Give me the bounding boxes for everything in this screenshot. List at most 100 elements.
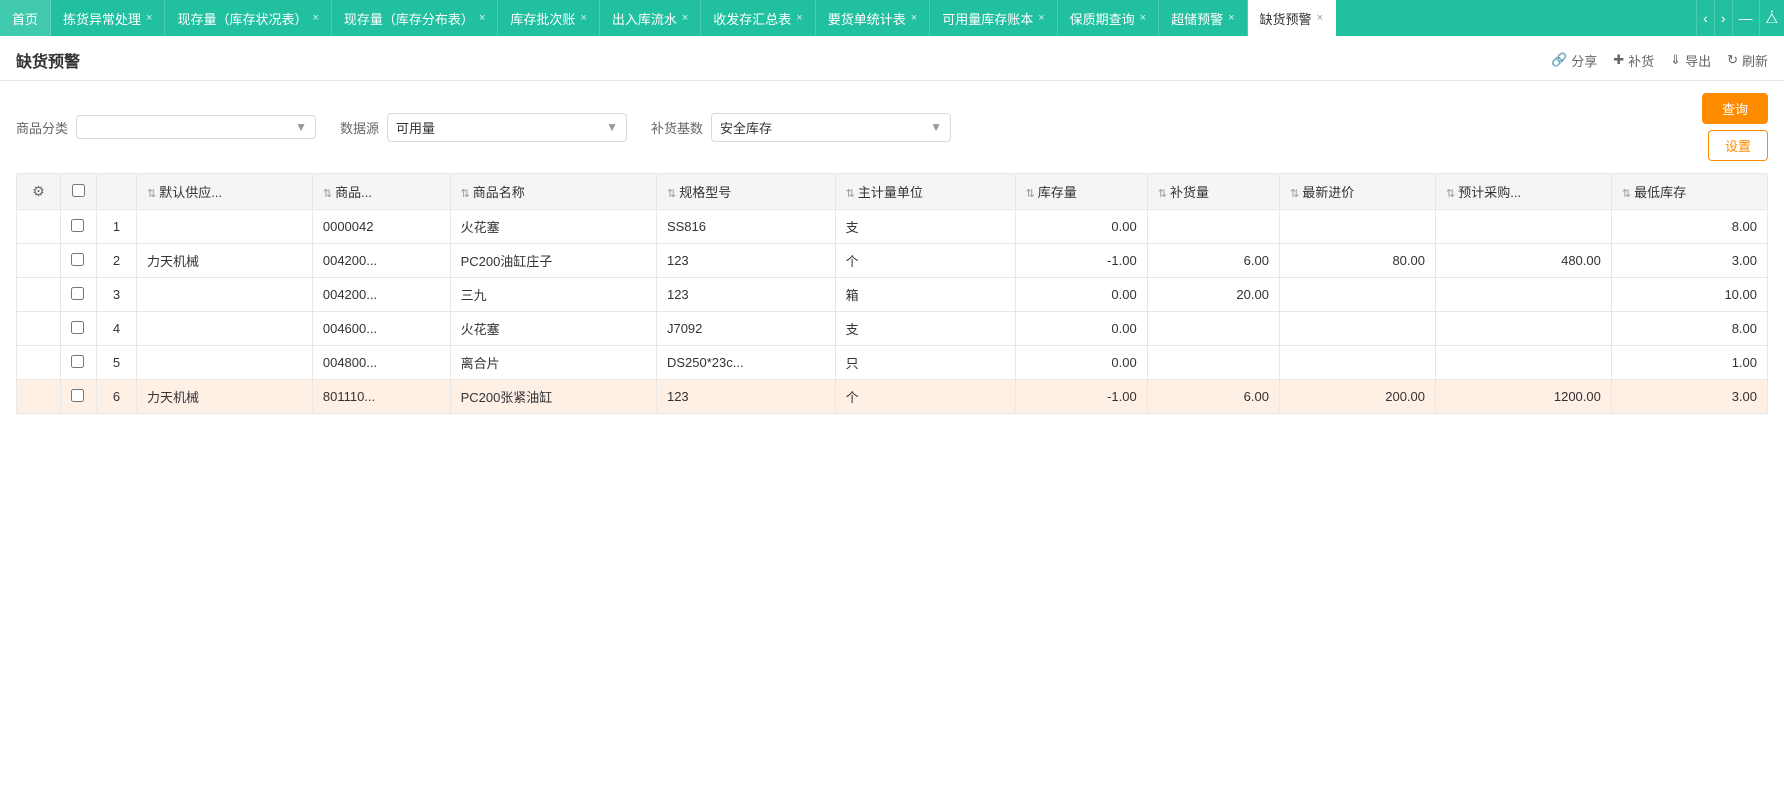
data-table: ⚙ ⇅默认供应... ⇅商品... ⇅商品名称 ⇅规格型号 ⇅主计量单位 ⇅库存… xyxy=(16,173,1768,414)
tab-close-4[interactable]: × xyxy=(580,12,586,24)
tab-close-10[interactable]: × xyxy=(1228,12,1234,24)
tab-close-1[interactable]: × xyxy=(146,12,152,24)
table-header: ⚙ ⇅默认供应... ⇅商品... ⇅商品名称 ⇅规格型号 ⇅主计量单位 ⇅库存… xyxy=(17,174,1768,210)
cell-replenish xyxy=(1147,312,1279,346)
table-row: 6力天机械801110...PC200张紧油缸123个-1.006.00200.… xyxy=(17,380,1768,414)
cell-min-stock: 3.00 xyxy=(1611,244,1767,278)
refresh-button[interactable]: ↻ 刷新 xyxy=(1727,51,1768,70)
row-checkbox-2[interactable] xyxy=(71,287,84,300)
tab-item-1[interactable]: 拣货异常处理 × xyxy=(51,0,165,36)
cell-settings xyxy=(17,244,61,278)
col-header-estimated-purchase: ⇅预计采购... xyxy=(1436,174,1612,210)
cell-stock: -1.00 xyxy=(1015,380,1147,414)
table-row: 2力天机械004200...PC200油缸庄子123个-1.006.0080.0… xyxy=(17,244,1768,278)
cell-settings xyxy=(17,210,61,244)
tab-label-9: 保质期查询 xyxy=(1070,9,1135,28)
data-source-label: 数据源 xyxy=(340,118,379,137)
tab-label-4: 库存批次账 xyxy=(510,9,575,28)
tab-close-9[interactable]: × xyxy=(1140,12,1146,24)
query-button[interactable]: 查询 xyxy=(1702,93,1768,124)
row-checkbox-3[interactable] xyxy=(71,321,84,334)
cell-check xyxy=(61,380,97,414)
cell-index: 1 xyxy=(97,210,137,244)
cell-replenish: 20.00 xyxy=(1147,278,1279,312)
tab-bar: 首页拣货异常处理×现存量（库存状况表）×现存量（库存分布表）×库存批次账×出入库… xyxy=(0,0,1784,36)
tab-item-6[interactable]: 收发存汇总表× xyxy=(701,0,815,36)
product-category-label: 商品分类 xyxy=(16,118,68,137)
replenish-base-select[interactable]: 安全库存 ▼ xyxy=(711,113,951,142)
tab-item-0[interactable]: 首页 xyxy=(0,0,51,36)
cell-min-stock: 3.00 xyxy=(1611,380,1767,414)
row-checkbox-4[interactable] xyxy=(71,355,84,368)
tab-label-1: 拣货异常处理 xyxy=(63,9,141,28)
row-checkbox-1[interactable] xyxy=(71,253,84,266)
cell-unit: 支 xyxy=(835,210,1015,244)
product-category-select[interactable]: ▼ xyxy=(76,115,316,139)
cell-name: PC200油缸庄子 xyxy=(450,244,656,278)
export-icon: ⇓ xyxy=(1670,52,1681,68)
cell-supplier: 力天机械 xyxy=(137,244,313,278)
cell-code: 0000042 xyxy=(312,210,450,244)
sort-icon-replenish: ⇅ xyxy=(1158,188,1167,200)
tab-next-button[interactable]: › xyxy=(1714,0,1732,36)
cell-unit: 箱 xyxy=(835,278,1015,312)
cell-min-stock: 8.00 xyxy=(1611,312,1767,346)
tab-item-5[interactable]: 出入库流水× xyxy=(600,0,701,36)
cell-unit: 个 xyxy=(835,244,1015,278)
data-source-select[interactable]: 可用量 ▼ xyxy=(387,113,627,142)
tab-close-7[interactable]: × xyxy=(911,12,917,24)
row-checkbox-5[interactable] xyxy=(71,389,84,402)
tab-item-2[interactable]: 现存量（库存状况表） × xyxy=(165,0,331,36)
tab-close-11[interactable]: × xyxy=(1317,12,1323,24)
sort-icon-stock: ⇅ xyxy=(1026,188,1035,200)
sort-icon-unit: ⇅ xyxy=(846,188,855,200)
col-header-product-code: ⇅商品... xyxy=(312,174,450,210)
cell-replenish xyxy=(1147,346,1279,380)
table-settings-icon[interactable]: ⚙ xyxy=(32,183,45,199)
settings-button[interactable]: 设置 xyxy=(1708,130,1768,161)
filter-actions: 查询 设置 xyxy=(1702,93,1768,161)
tab-close-3[interactable]: × xyxy=(479,12,485,24)
tab-close-2[interactable]: × xyxy=(312,12,318,24)
cell-supplier xyxy=(137,278,313,312)
cell-estimated: 1200.00 xyxy=(1436,380,1612,414)
tab-item-8[interactable]: 可用量库存账本× xyxy=(930,0,1057,36)
cell-min-stock: 10.00 xyxy=(1611,278,1767,312)
share-button[interactable]: 🔗 分享 xyxy=(1551,51,1597,70)
tab-close-5[interactable]: × xyxy=(682,12,688,24)
cell-estimated: 480.00 xyxy=(1436,244,1612,278)
cell-supplier xyxy=(137,346,313,380)
tab-close-6[interactable]: × xyxy=(796,12,802,24)
tab-item-9[interactable]: 保质期查询 × xyxy=(1058,0,1159,36)
replenish-base-value: 安全库存 xyxy=(720,118,772,137)
tab-item-11[interactable]: 缺货预警× xyxy=(1248,0,1336,36)
table-row: 5004800...离合片DS250*23c...只0.001.00 xyxy=(17,346,1768,380)
export-button[interactable]: ⇓ 导出 xyxy=(1670,51,1711,70)
data-source-arrow-icon: ▼ xyxy=(606,120,618,134)
tab-item-7[interactable]: 要货单统计表× xyxy=(816,0,930,36)
cell-min-stock: 1.00 xyxy=(1611,346,1767,380)
cell-stock: -1.00 xyxy=(1015,244,1147,278)
cell-latest-price xyxy=(1279,278,1435,312)
cell-index: 3 xyxy=(97,278,137,312)
tab-minimize-button[interactable]: — xyxy=(1732,0,1759,36)
sort-icon-estimated: ⇅ xyxy=(1446,188,1455,200)
replenish-button[interactable]: ✚ 补货 xyxy=(1613,51,1654,70)
tab-label-10: 超储预警 xyxy=(1171,9,1223,28)
tab-label-2: 现存量（库存状况表） xyxy=(177,9,307,28)
cell-settings xyxy=(17,380,61,414)
tab-item-10[interactable]: 超储预警 × xyxy=(1159,0,1247,36)
cell-settings xyxy=(17,346,61,380)
cell-index: 6 xyxy=(97,380,137,414)
tab-item-4[interactable]: 库存批次账 × xyxy=(498,0,599,36)
row-checkbox-0[interactable] xyxy=(71,219,84,232)
tab-expand-button[interactable]: ⧊ xyxy=(1759,0,1784,36)
tab-close-8[interactable]: × xyxy=(1038,12,1044,24)
sort-icon-spec: ⇅ xyxy=(667,188,676,200)
col-header-min-stock: ⇅最低库存 xyxy=(1611,174,1767,210)
select-all-checkbox[interactable] xyxy=(72,184,85,197)
tab-prev-button[interactable]: ‹ xyxy=(1696,0,1714,36)
data-table-wrapper: ⚙ ⇅默认供应... ⇅商品... ⇅商品名称 ⇅规格型号 ⇅主计量单位 ⇅库存… xyxy=(0,173,1784,414)
tab-item-3[interactable]: 现存量（库存分布表）× xyxy=(332,0,498,36)
product-category-filter: 商品分类 ▼ xyxy=(16,115,316,139)
